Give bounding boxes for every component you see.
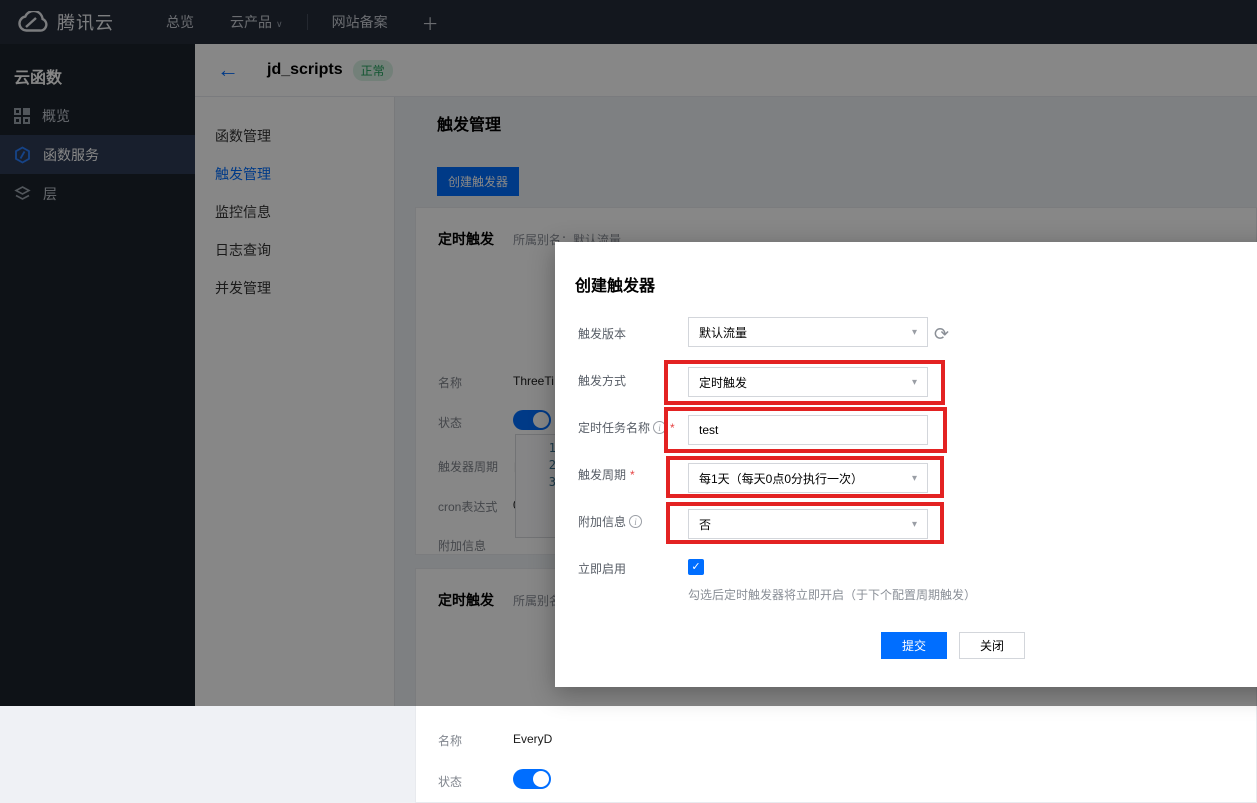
- field-label-enable: 立即启用: [578, 560, 626, 577]
- enable-helper-text: 勾选后定时触发器将立即开启（于下个配置周期触发）: [688, 586, 976, 603]
- field-label-method: 触发方式: [578, 372, 626, 389]
- required-asterisk: *: [670, 421, 675, 435]
- status-toggle[interactable]: [513, 769, 551, 789]
- required-asterisk: *: [630, 468, 635, 482]
- trigger-period-select[interactable]: 每1天（每天0点0分执行一次） ▾: [688, 463, 928, 493]
- field-label: 状态: [438, 773, 462, 790]
- trigger-method-select[interactable]: 定时触发 ▾: [688, 367, 928, 397]
- create-trigger-modal: 创建触发器 触发版本 默认流量 ▾ ⟳ 触发方式 定时触发 ▾ 定时任务名称i*…: [555, 242, 1257, 687]
- field-label-task-name: 定时任务名称i*: [578, 419, 675, 436]
- refresh-icon[interactable]: ⟳: [934, 324, 949, 345]
- chevron-down-icon: ▾: [912, 519, 917, 530]
- field-label-version: 触发版本: [578, 325, 626, 342]
- modal-title: 创建触发器: [575, 272, 655, 296]
- field-label: 名称: [438, 732, 462, 749]
- enable-now-checkbox[interactable]: ✓: [688, 559, 704, 575]
- chevron-down-icon: ▾: [912, 473, 917, 484]
- field-label-extra: 附加信息i: [578, 513, 642, 530]
- task-name-input[interactable]: [688, 415, 928, 445]
- field-label-period: 触发周期*: [578, 466, 635, 483]
- submit-button[interactable]: 提交: [881, 632, 947, 659]
- close-button[interactable]: 关闭: [959, 632, 1025, 659]
- info-icon[interactable]: i: [629, 515, 642, 528]
- chevron-down-icon: ▾: [912, 377, 917, 388]
- extra-info-select[interactable]: 否 ▾: [688, 509, 928, 539]
- chevron-down-icon: ▾: [912, 327, 917, 338]
- info-icon[interactable]: i: [653, 421, 666, 434]
- trigger-name-value: EveryD: [513, 732, 552, 746]
- version-select[interactable]: 默认流量 ▾: [688, 317, 928, 347]
